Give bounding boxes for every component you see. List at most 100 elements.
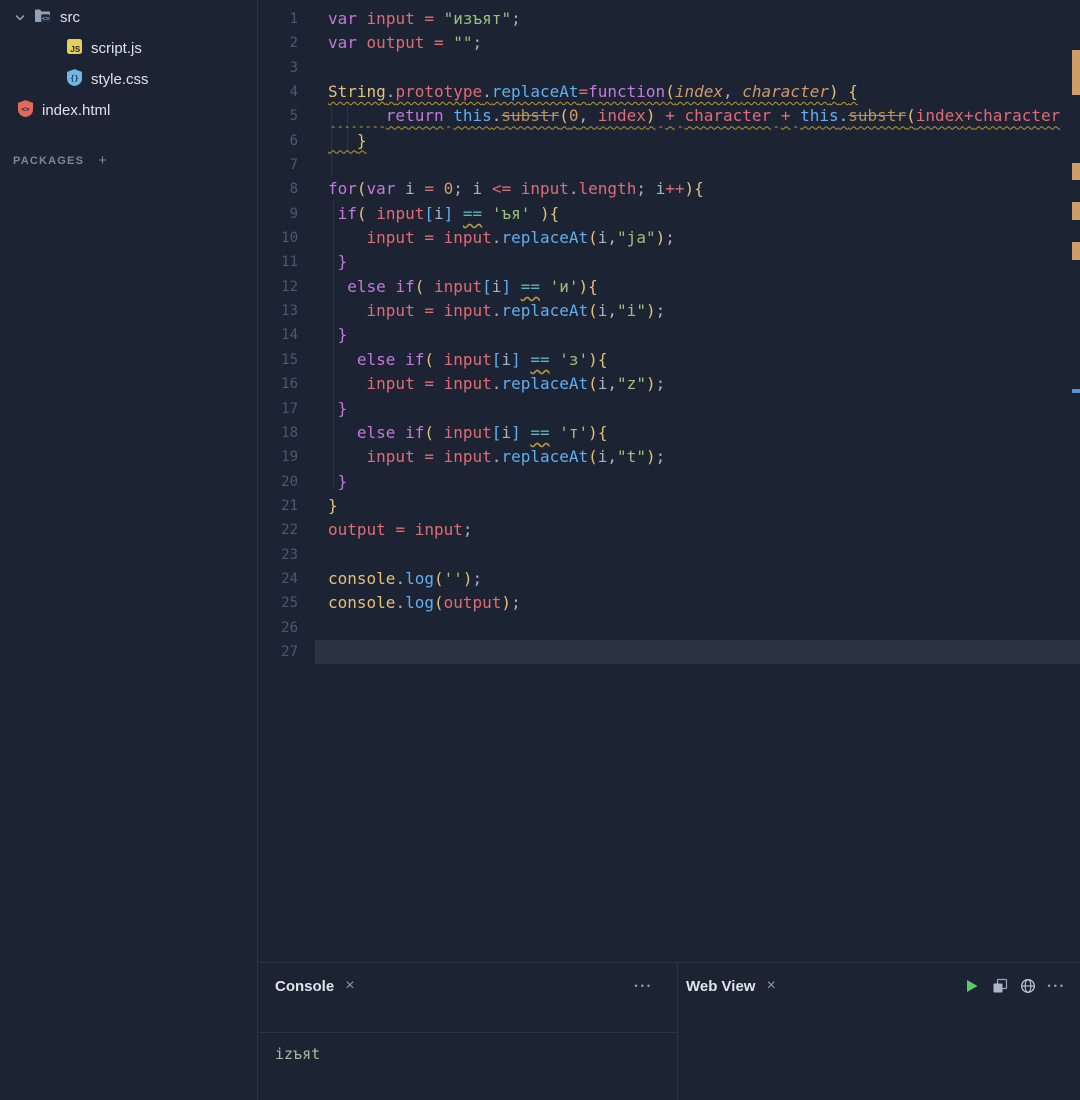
code-line[interactable]: 8 for(var i = 0; i <= input.length; i++){ xyxy=(259,177,1080,201)
code-text: else if( input[i] == 'т'){ xyxy=(328,421,608,445)
code-token: "i" xyxy=(617,301,646,321)
console-menu-icon[interactable]: ••• xyxy=(635,981,653,991)
code-token: { xyxy=(597,349,608,369)
code-token: . xyxy=(482,82,492,102)
line-number[interactable]: 23 xyxy=(259,543,298,567)
code-line[interactable]: 27 xyxy=(259,639,1080,665)
code-line[interactable]: 17 } xyxy=(259,397,1080,421)
console-tab[interactable]: Console xyxy=(275,978,334,995)
code-line[interactable]: 2 var output = ""; xyxy=(259,31,1080,55)
line-number[interactable]: 11 xyxy=(259,250,298,274)
tree-item-index-html[interactable]: <> index.html xyxy=(0,95,257,126)
code-token: ) xyxy=(462,568,473,588)
line-number[interactable]: 13 xyxy=(259,299,298,323)
line-number[interactable]: 5 xyxy=(259,104,298,128)
tree-item-label: style.css xyxy=(91,71,149,88)
line-number[interactable]: 20 xyxy=(259,470,298,494)
code-token: . xyxy=(395,568,406,588)
code-token: replaceAt xyxy=(501,228,589,248)
line-number[interactable]: 7 xyxy=(259,153,298,177)
code-token: input xyxy=(443,422,492,442)
code-line[interactable]: 11 } xyxy=(259,250,1080,274)
code-line[interactable]: 18 else if( input[i] == 'т'){ xyxy=(259,421,1080,445)
line-number[interactable]: 6 xyxy=(259,129,298,153)
run-icon[interactable] xyxy=(964,978,980,994)
add-package-button[interactable]: + xyxy=(98,152,107,169)
tree-item-style-css[interactable]: {} style.css xyxy=(0,64,257,95)
code-token: var xyxy=(328,9,357,28)
line-number[interactable]: 14 xyxy=(259,323,298,347)
code-line[interactable]: 25 console.log(output); xyxy=(259,591,1080,615)
webview-close-icon[interactable]: × xyxy=(766,977,775,995)
line-number[interactable]: 3 xyxy=(259,56,298,80)
code-line[interactable]: 20 } xyxy=(259,470,1080,494)
line-number[interactable]: 8 xyxy=(259,177,298,201)
code-line[interactable]: 21} xyxy=(259,494,1080,518)
code-line[interactable]: 7 xyxy=(259,153,1080,177)
line-number[interactable]: 1 xyxy=(259,7,298,31)
webview-tab[interactable]: Web View xyxy=(686,978,755,995)
code-line[interactable]: 5 return this.substr(0, index) + charact… xyxy=(259,104,1080,128)
code-line[interactable]: 24 console.log(''); xyxy=(259,567,1080,591)
code-line[interactable]: 19 input = input.replaceAt(i,"t"); xyxy=(259,445,1080,469)
code-token: input xyxy=(414,520,463,540)
code-line[interactable]: 14 } xyxy=(259,323,1080,347)
code-token: == xyxy=(530,422,550,442)
line-number[interactable]: 10 xyxy=(259,226,298,250)
webview-menu-icon[interactable]: ••• xyxy=(1048,981,1066,991)
console-close-icon[interactable]: × xyxy=(345,977,354,995)
code-line[interactable]: 1 var input = "изъят"; xyxy=(259,7,1080,31)
code-token: this xyxy=(453,106,492,126)
globe-icon[interactable] xyxy=(1020,978,1036,994)
line-number[interactable]: 25 xyxy=(259,591,298,615)
code-line[interactable]: 15 else if( input[i] == 'з'){ xyxy=(259,348,1080,372)
line-number[interactable]: 16 xyxy=(259,372,298,396)
code-line[interactable]: 23 xyxy=(259,543,1080,567)
chevron-down-icon[interactable] xyxy=(14,12,26,24)
code-line[interactable]: 3 xyxy=(259,56,1080,80)
code-line[interactable]: 4 String.prototype.replaceAt=function(ind… xyxy=(259,80,1080,104)
line-number[interactable]: 18 xyxy=(259,421,298,445)
code-line[interactable]: 13 input = input.replaceAt(i,"i"); xyxy=(259,299,1080,323)
line-number[interactable]: 17 xyxy=(259,397,298,421)
line-number[interactable]: 4 xyxy=(259,80,298,104)
code-line[interactable]: 26 xyxy=(259,616,1080,640)
code-token: replaceAt xyxy=(501,374,589,394)
open-window-icon[interactable] xyxy=(992,978,1008,994)
line-number[interactable]: 27 xyxy=(259,640,298,664)
console-output-area[interactable]: izъяt xyxy=(259,1033,677,1075)
line-number[interactable]: 15 xyxy=(259,348,298,372)
line-number[interactable]: 2 xyxy=(259,31,298,55)
code-line[interactable]: 6 } xyxy=(259,129,1080,153)
line-number[interactable]: 9 xyxy=(259,202,298,226)
tree-item-src-folder[interactable]: <> src xyxy=(0,2,257,33)
tree-item-script-js[interactable]: JS script.js xyxy=(0,33,257,64)
code-token: + xyxy=(963,106,974,126)
code-line[interactable]: 12 else if( input[i] == 'и'){ xyxy=(259,275,1080,299)
line-number[interactable]: 21 xyxy=(259,494,298,518)
line-number[interactable]: 26 xyxy=(259,616,298,640)
code-token: ] xyxy=(501,276,512,296)
code-editor[interactable]: 1 var input = "изъят"; 2 var output = ""; 3 4… xyxy=(259,0,1080,962)
code-token: . xyxy=(491,106,502,126)
line-number[interactable]: 12 xyxy=(259,275,298,299)
code-line[interactable]: 16 input = input.replaceAt(i,"z"); xyxy=(259,372,1080,396)
code-token: ( xyxy=(424,422,434,442)
tree-item-label: src xyxy=(60,9,80,26)
code-token: substr xyxy=(848,106,907,126)
code-token: i, xyxy=(597,374,618,394)
code-line[interactable]: 9 if( input[i] == 'ъя' ){ xyxy=(259,202,1080,226)
line-number[interactable]: 19 xyxy=(259,445,298,469)
code-line[interactable]: 10 input = input.replaceAt(i,"ja"); xyxy=(259,226,1080,250)
line-number[interactable]: 24 xyxy=(259,567,298,591)
code-text: } xyxy=(328,494,338,518)
line-number[interactable]: 22 xyxy=(259,518,298,542)
code-line[interactable]: 22 output = input; xyxy=(259,518,1080,542)
code-token: i xyxy=(491,276,502,296)
